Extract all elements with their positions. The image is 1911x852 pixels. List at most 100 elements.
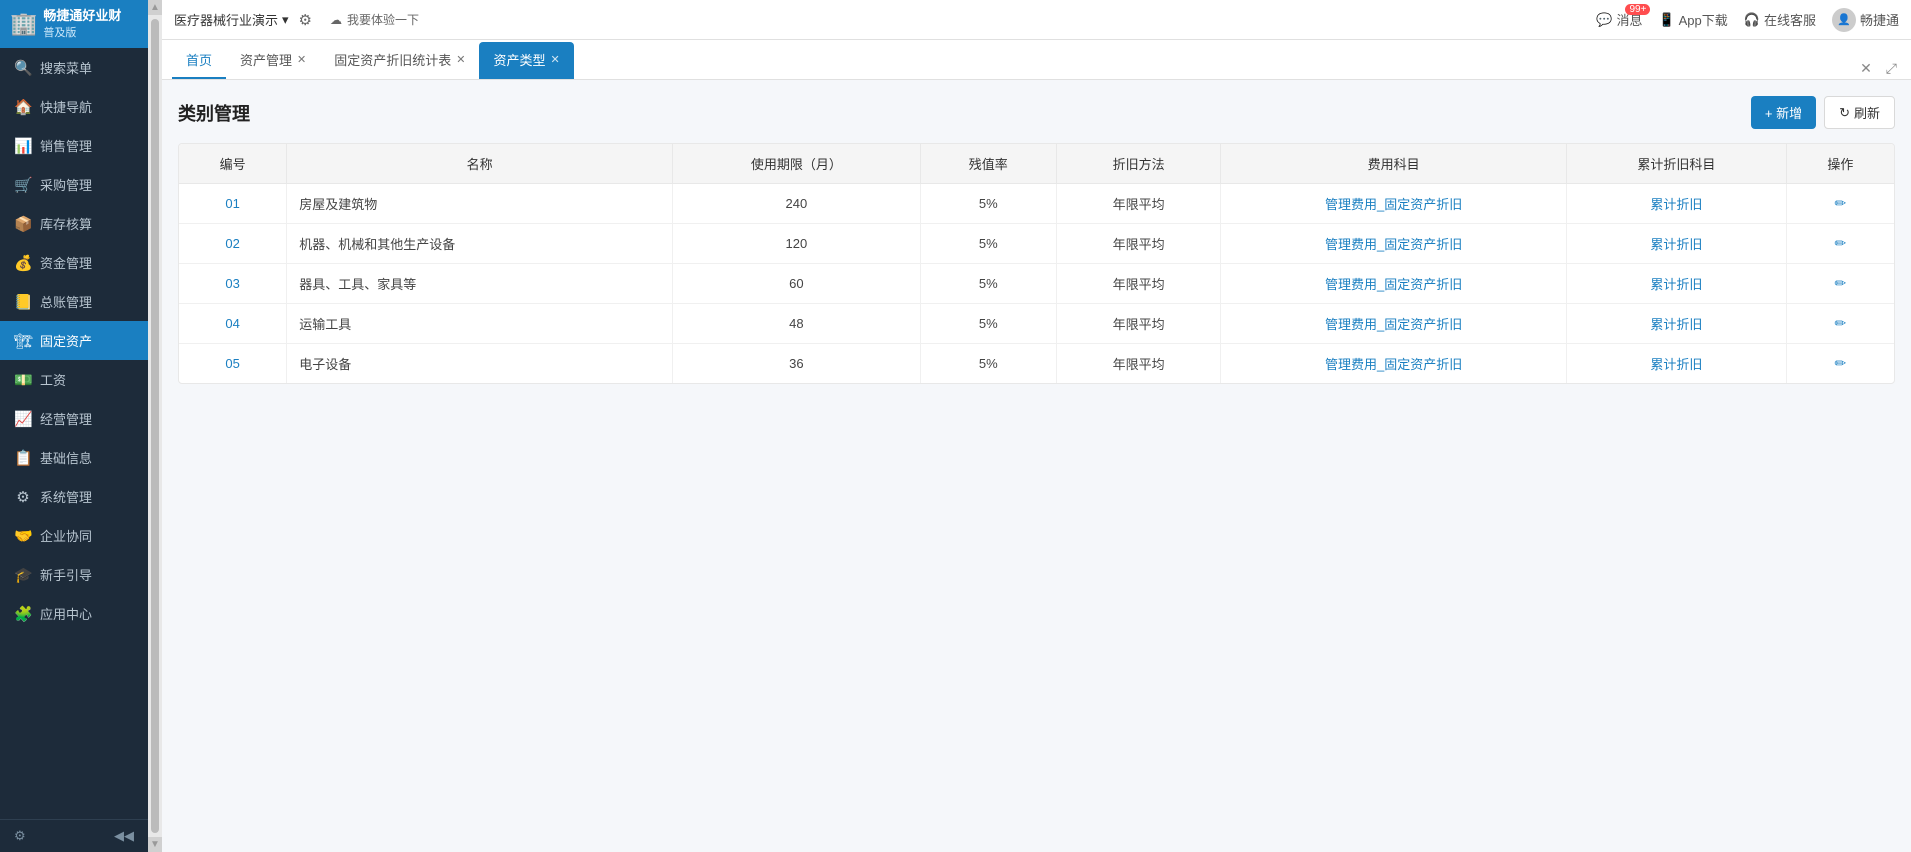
col-header-4: 折旧方法	[1057, 144, 1221, 184]
sidebar-item-sales[interactable]: 📊销售管理	[0, 126, 148, 165]
page-title: 类别管理	[178, 100, 250, 126]
edit-icon-3[interactable]: ✏	[1835, 315, 1847, 331]
cell-accum-1[interactable]: 累计折旧	[1567, 224, 1787, 264]
settings-button[interactable]: ⚙	[299, 11, 312, 29]
service-icon: 🎧	[1744, 12, 1760, 28]
tab-close-asset-type[interactable]: ✕	[551, 53, 560, 66]
cell-accum-2[interactable]: 累计折旧	[1567, 264, 1787, 304]
cell-id-4[interactable]: 05	[179, 344, 287, 384]
cell-action-4[interactable]: ✏	[1786, 344, 1894, 384]
tab-home[interactable]: 首页	[172, 42, 226, 79]
messages-button[interactable]: 💬 消息 99+	[1596, 10, 1642, 29]
sidebar-item-purchase[interactable]: 🛒采购管理	[0, 165, 148, 204]
cell-name-4: 电子设备	[287, 344, 673, 384]
inventory-icon: 📦	[14, 215, 32, 233]
new-button[interactable]: + 新增	[1751, 96, 1816, 129]
message-icon: 💬	[1596, 12, 1612, 28]
tab-asset-type[interactable]: 资产类型 ✕	[479, 42, 573, 79]
message-badge: 99+	[1625, 4, 1650, 15]
cell-residual-1: 5%	[920, 224, 1056, 264]
sidebar-item-fixed[interactable]: 🏗 固定资产	[0, 321, 148, 360]
settings-icon[interactable]: ⚙	[14, 828, 26, 844]
sidebar-item-inventory[interactable]: 📦 库存核算	[0, 204, 148, 243]
sidebar-label-inventory: 库存核算	[40, 214, 92, 233]
cell-method-0: 年限平均	[1057, 184, 1221, 224]
cell-action-1[interactable]: ✏	[1786, 224, 1894, 264]
scroll-down-button[interactable]: ▼	[148, 837, 162, 852]
cell-id-3[interactable]: 04	[179, 304, 287, 344]
cell-id-0[interactable]: 01	[179, 184, 287, 224]
data-table: 编号名称使用期限（月）残值率折旧方法费用科目累计折旧科目操作 01房屋及建筑物2…	[178, 143, 1895, 384]
sidebar-item-newbie[interactable]: 🎓新手引导	[0, 555, 148, 594]
cell-name-0: 房屋及建筑物	[287, 184, 673, 224]
edit-icon-0[interactable]: ✏	[1835, 195, 1847, 211]
edit-icon-1[interactable]: ✏	[1835, 235, 1847, 251]
app-name: 畅捷通好业财	[43, 8, 121, 24]
cell-action-3[interactable]: ✏	[1786, 304, 1894, 344]
sidebar-item-capital[interactable]: 💰资金管理	[0, 243, 148, 282]
cell-accum-3[interactable]: 累计折旧	[1567, 304, 1787, 344]
sidebar-label-search: 搜索菜单	[40, 58, 92, 77]
industry-name: 医疗器械行业演示	[174, 10, 278, 29]
expand-window-button[interactable]: ⤢	[1882, 58, 1901, 79]
edit-icon-4[interactable]: ✏	[1835, 355, 1847, 371]
sidebar-item-basic[interactable]: 📋基础信息	[0, 438, 148, 477]
scroll-up-button[interactable]: ▲	[148, 0, 162, 15]
topbar: 医疗器械行业演示 ▾ ⚙ ☁ 我要体验一下 💬 消息 99+ 📱 App下载 🎧…	[162, 0, 1911, 40]
table-row: 02机器、机械和其他生产设备1205%年限平均管理费用_固定资产折旧累计折旧✏	[179, 224, 1894, 264]
sidebar-label-fixed: 固定资产	[40, 331, 92, 350]
tab-close-depreciation[interactable]: ✕	[456, 53, 465, 66]
cell-id-1[interactable]: 02	[179, 224, 287, 264]
tabbar: 首页资产管理 ✕固定资产折旧统计表 ✕资产类型 ✕ ✕ ⤢	[162, 40, 1911, 80]
edit-icon-2[interactable]: ✏	[1835, 275, 1847, 291]
online-service-button[interactable]: 🎧 在线客服	[1744, 10, 1816, 29]
sidebar-item-apps[interactable]: 🧩应用中心	[0, 594, 148, 633]
toggle-icon[interactable]: ◀◀	[114, 828, 134, 844]
cell-residual-3: 5%	[920, 304, 1056, 344]
sidebar-item-enterprise[interactable]: 🤝企业协同	[0, 516, 148, 555]
cell-accum-4[interactable]: 累计折旧	[1567, 344, 1787, 384]
avatar: 👤	[1832, 8, 1856, 32]
sidebar-label-system: 系统管理	[40, 487, 92, 506]
sidebar-item-search[interactable]: 🔍搜索菜单	[0, 48, 148, 87]
table-body: 01房屋及建筑物2405%年限平均管理费用_固定资产折旧累计折旧✏02机器、机械…	[179, 184, 1894, 384]
cell-expense-3[interactable]: 管理费用_固定资产折旧	[1221, 304, 1567, 344]
cell-residual-2: 5%	[920, 264, 1056, 304]
refresh-button[interactable]: ↻ 刷新	[1824, 96, 1895, 129]
sidebar-label-payroll: 工资	[40, 370, 66, 389]
cell-period-0: 240	[673, 184, 920, 224]
cell-id-2[interactable]: 03	[179, 264, 287, 304]
tab-close-asset-mgmt[interactable]: ✕	[297, 53, 306, 66]
cell-name-2: 器具、工具、家具等	[287, 264, 673, 304]
chevron-down-icon: ▾	[282, 12, 289, 28]
tip-area[interactable]: ☁ 我要体验一下	[330, 11, 419, 28]
tabbar-actions: ✕ ⤢	[1856, 58, 1901, 79]
close-window-button[interactable]: ✕	[1856, 58, 1876, 79]
user-menu[interactable]: 👤 畅捷通	[1832, 8, 1899, 32]
cell-method-4: 年限平均	[1057, 344, 1221, 384]
sidebar-item-payroll[interactable]: 💵工资	[0, 360, 148, 399]
fixed-icon: 🏗	[14, 332, 32, 350]
asset-type-table: 编号名称使用期限（月）残值率折旧方法费用科目累计折旧科目操作 01房屋及建筑物2…	[179, 144, 1894, 383]
cell-expense-4[interactable]: 管理费用_固定资产折旧	[1221, 344, 1567, 384]
sidebar-label-newbie: 新手引导	[40, 565, 92, 584]
sidebar-item-system[interactable]: ⚙系统管理	[0, 477, 148, 516]
tab-depreciation[interactable]: 固定资产折旧统计表 ✕	[320, 42, 479, 79]
sidebar-item-operations[interactable]: 📈经营管理	[0, 399, 148, 438]
cell-action-2[interactable]: ✏	[1786, 264, 1894, 304]
tab-asset-mgmt[interactable]: 资产管理 ✕	[226, 42, 320, 79]
cell-accum-0[interactable]: 累计折旧	[1567, 184, 1787, 224]
cell-action-0[interactable]: ✏	[1786, 184, 1894, 224]
purchase-icon: 🛒	[14, 176, 32, 194]
scroll-thumb[interactable]	[151, 19, 159, 833]
page-header: 类别管理 + 新增 ↻ 刷新	[178, 96, 1895, 129]
sidebar-item-quicknav[interactable]: 🏠快捷导航	[0, 87, 148, 126]
cell-expense-1[interactable]: 管理费用_固定资产折旧	[1221, 224, 1567, 264]
cell-expense-0[interactable]: 管理费用_固定资产折旧	[1221, 184, 1567, 224]
cell-expense-2[interactable]: 管理费用_固定资产折旧	[1221, 264, 1567, 304]
sidebar-item-ledger[interactable]: 📒总账管理	[0, 282, 148, 321]
cell-method-1: 年限平均	[1057, 224, 1221, 264]
col-header-5: 费用科目	[1221, 144, 1567, 184]
industry-selector[interactable]: 医疗器械行业演示 ▾	[174, 10, 289, 29]
app-download-button[interactable]: 📱 App下载	[1658, 10, 1727, 29]
